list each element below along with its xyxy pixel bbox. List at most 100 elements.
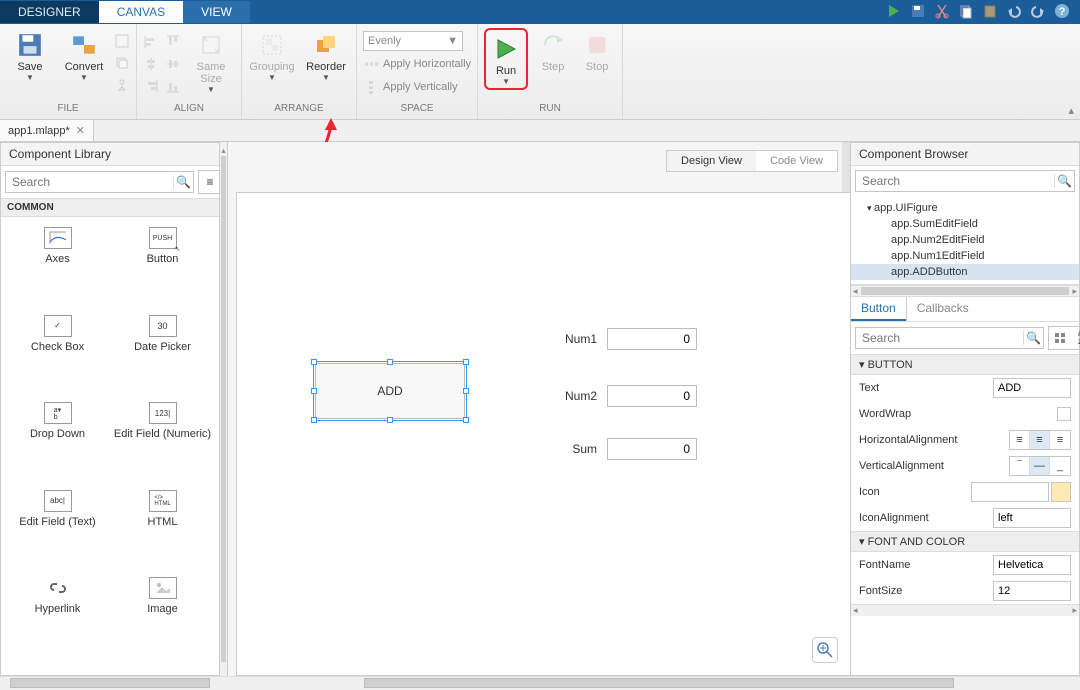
tab-designer[interactable]: DESIGNER bbox=[0, 1, 99, 23]
comp-datepicker[interactable]: 30Date Picker bbox=[110, 315, 215, 383]
left-scrollbar[interactable]: ▴ bbox=[220, 142, 228, 676]
halign-center-icon[interactable]: ≡ bbox=[1030, 431, 1050, 449]
align-middle-icon bbox=[165, 54, 181, 74]
tree-num2[interactable]: app.Num2EditField bbox=[851, 232, 1079, 248]
tree-num1[interactable]: app.Num1EditField bbox=[851, 248, 1079, 264]
browser-search-input[interactable] bbox=[856, 174, 1054, 188]
comp-editfield-text[interactable]: abc|Edit Field (Text) bbox=[5, 490, 110, 558]
collapse-ribbon-icon[interactable]: ▴ bbox=[1068, 104, 1074, 117]
design-view-tab[interactable]: Design View bbox=[667, 151, 756, 171]
prop-fontname: FontName bbox=[851, 552, 1079, 578]
halign-left-icon[interactable]: ≡ bbox=[1010, 431, 1030, 449]
browse-icon[interactable] bbox=[1051, 482, 1071, 502]
group-props-icon[interactable] bbox=[1049, 327, 1071, 349]
library-search-input[interactable] bbox=[6, 175, 173, 189]
comp-hyperlink[interactable]: Hyperlink bbox=[5, 577, 110, 645]
convert-button[interactable]: Convert▼ bbox=[60, 28, 108, 82]
comp-checkbox[interactable]: ✓Check Box bbox=[5, 315, 110, 383]
paste-icon[interactable] bbox=[982, 3, 998, 22]
halign-right-icon[interactable]: ≡ bbox=[1050, 431, 1070, 449]
redo-icon[interactable] bbox=[1030, 3, 1046, 22]
category-common: COMMON bbox=[1, 198, 219, 217]
search-icon[interactable]: 🔍 bbox=[1023, 331, 1043, 345]
iconalign-input[interactable] bbox=[993, 508, 1071, 528]
library-search[interactable]: 🔍 bbox=[5, 171, 194, 193]
prop-halign: HorizontalAlignment ≡ ≡ ≡ bbox=[851, 427, 1079, 453]
align-top-icon bbox=[165, 32, 181, 52]
undo-icon[interactable] bbox=[1006, 3, 1022, 22]
search-icon[interactable]: 🔍 bbox=[1054, 174, 1074, 188]
close-icon[interactable]: ✕ bbox=[76, 124, 85, 137]
comp-axes[interactable]: Axes bbox=[5, 227, 110, 295]
halign-buttons[interactable]: ≡ ≡ ≡ bbox=[1009, 430, 1071, 450]
file-tab[interactable]: app1.mlapp* ✕ bbox=[0, 120, 94, 141]
tree-sum[interactable]: app.SumEditField bbox=[851, 216, 1079, 232]
num2-row: Num2 bbox=[547, 385, 697, 407]
fontname-input[interactable] bbox=[993, 555, 1071, 575]
copy-icon[interactable] bbox=[958, 3, 974, 22]
comp-image[interactable]: Image bbox=[110, 577, 215, 645]
step-button: Step bbox=[534, 28, 572, 73]
comp-dropdown[interactable]: a▾bDrop Down bbox=[5, 402, 110, 470]
prop-text-input[interactable] bbox=[993, 378, 1071, 398]
file-tab-label: app1.mlapp* bbox=[8, 125, 70, 137]
prop-valign: VerticalAlignment ‾ — _ bbox=[851, 453, 1079, 479]
valign-top-icon[interactable]: ‾ bbox=[1010, 457, 1030, 475]
selection-frame bbox=[313, 361, 467, 421]
tab-view[interactable]: VIEW bbox=[183, 1, 250, 23]
apply-horizontally-button: Apply Horizontally bbox=[363, 54, 471, 74]
num1-input[interactable] bbox=[607, 328, 697, 350]
inspector-search[interactable]: 🔍 bbox=[855, 327, 1044, 349]
section-button[interactable]: ▾ BUTTON bbox=[851, 354, 1079, 375]
inspector-tab-callbacks[interactable]: Callbacks bbox=[906, 297, 979, 321]
inspector-search-input[interactable] bbox=[856, 331, 1023, 345]
valign-buttons[interactable]: ‾ — _ bbox=[1009, 456, 1071, 476]
valign-bottom-icon[interactable]: _ bbox=[1050, 457, 1070, 475]
browser-search[interactable]: 🔍 bbox=[855, 170, 1075, 192]
fontsize-input[interactable] bbox=[993, 581, 1071, 601]
tree-addbutton[interactable]: app.ADDButton bbox=[851, 264, 1079, 280]
group-run-label: RUN bbox=[484, 101, 616, 119]
tree-hscroll[interactable]: ◂ ▸ bbox=[851, 285, 1079, 297]
cut-icon[interactable] bbox=[934, 3, 950, 22]
comp-html[interactable]: </>HTMLHTML bbox=[110, 490, 215, 558]
save-button[interactable]: Save▼ bbox=[6, 28, 54, 82]
valign-middle-icon[interactable]: — bbox=[1030, 457, 1050, 475]
canvas[interactable]: ADD Num1 Num2 Sum bbox=[236, 192, 850, 676]
grouping-button: Grouping▼ bbox=[248, 28, 296, 82]
bottom-scrollbar[interactable] bbox=[0, 676, 1080, 690]
run-button[interactable]: Run▼ bbox=[488, 32, 524, 86]
wordwrap-checkbox[interactable] bbox=[1057, 407, 1071, 421]
align-left-icon bbox=[143, 32, 159, 52]
ribbon-small-3 bbox=[114, 75, 130, 95]
document-tabs: app1.mlapp* ✕ bbox=[0, 120, 1080, 142]
comp-editfield-numeric[interactable]: 123|Edit Field (Numeric) bbox=[110, 402, 215, 470]
sum-input[interactable] bbox=[607, 438, 697, 460]
tree-root[interactable]: ▾ app.UIFigure bbox=[851, 200, 1079, 216]
group-align-label: ALIGN bbox=[143, 101, 235, 119]
section-font[interactable]: ▾ FONT AND COLOR bbox=[851, 531, 1079, 552]
component-tree: ▾ app.UIFigure app.SumEditField app.Num2… bbox=[851, 196, 1079, 285]
save-icon[interactable] bbox=[910, 3, 926, 22]
inspector-hscroll[interactable]: ◂▸ bbox=[851, 604, 1079, 616]
icon-input[interactable] bbox=[971, 482, 1049, 502]
help-icon[interactable]: ? bbox=[1054, 3, 1070, 22]
num1-row: Num1 bbox=[547, 328, 697, 350]
sort-props-icon[interactable]: az↓ bbox=[1071, 327, 1080, 349]
search-icon[interactable]: 🔍 bbox=[173, 175, 193, 189]
sum-row: Sum bbox=[547, 438, 697, 460]
quick-access-toolbar: ? bbox=[886, 3, 1080, 22]
run-icon[interactable] bbox=[886, 3, 902, 22]
num2-input[interactable] bbox=[607, 385, 697, 407]
zoom-button[interactable] bbox=[812, 637, 838, 663]
svg-text:?: ? bbox=[1059, 6, 1066, 18]
code-view-tab[interactable]: Code View bbox=[756, 151, 837, 171]
space-mode-combo: Evenly▼ bbox=[363, 31, 463, 51]
comp-button[interactable]: PUSH↖Button bbox=[110, 227, 215, 295]
reorder-button[interactable]: Reorder▼ bbox=[302, 28, 350, 82]
stop-button: Stop bbox=[578, 28, 616, 73]
same-size-button: Same Size▼ bbox=[187, 28, 235, 94]
inspector-tab-button[interactable]: Button bbox=[851, 297, 906, 321]
tab-canvas[interactable]: CANVAS bbox=[99, 1, 183, 23]
list-view-icon[interactable]: ≡ bbox=[199, 171, 221, 193]
